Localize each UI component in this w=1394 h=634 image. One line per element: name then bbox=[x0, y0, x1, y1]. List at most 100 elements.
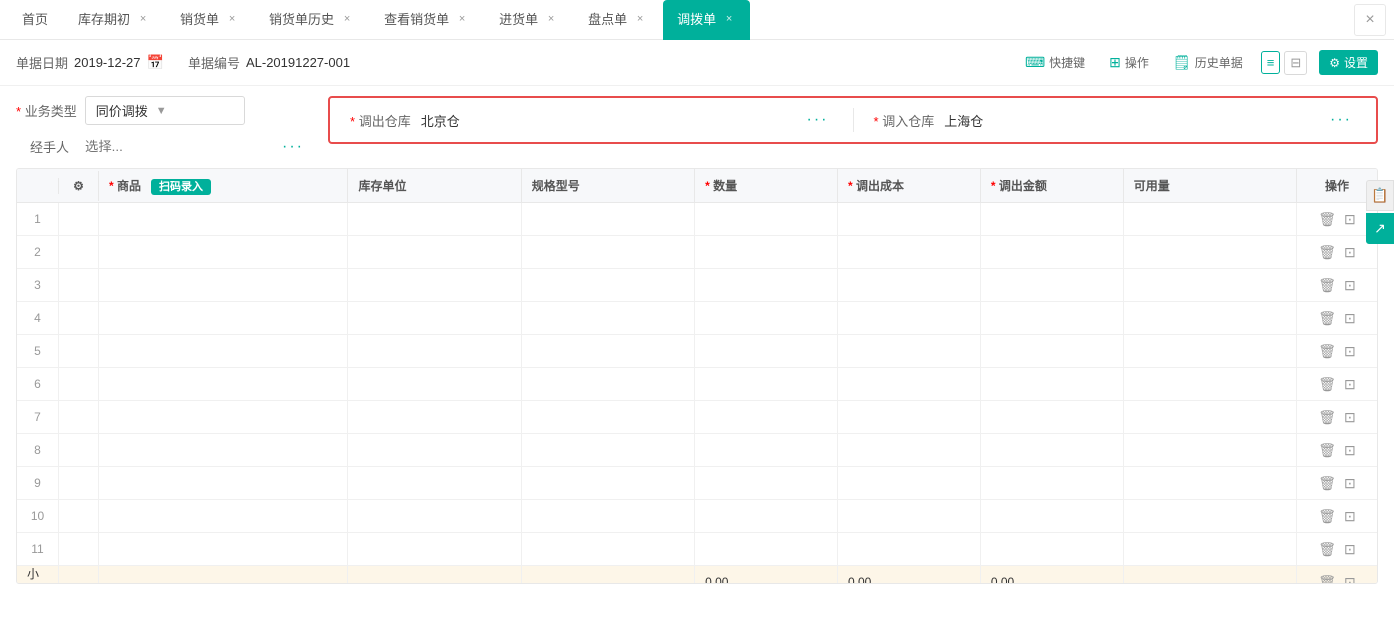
row-amount[interactable] bbox=[981, 434, 1124, 466]
row-goods[interactable] bbox=[99, 434, 348, 466]
row-goods[interactable] bbox=[99, 467, 348, 499]
delete-icon[interactable]: 🗑 bbox=[1318, 244, 1336, 261]
copy-icon[interactable]: ⊡ bbox=[1344, 211, 1356, 228]
row-qty[interactable] bbox=[695, 533, 838, 565]
panel-doc-button[interactable]: 📋 bbox=[1366, 180, 1394, 211]
row-goods[interactable] bbox=[99, 368, 348, 400]
tab-close-stocktake[interactable]: × bbox=[633, 12, 647, 26]
row-cost[interactable] bbox=[838, 500, 981, 532]
tab-close-purchase-order[interactable]: × bbox=[544, 12, 558, 26]
tab-home[interactable]: 首页 bbox=[8, 0, 62, 40]
person-input[interactable] bbox=[77, 135, 270, 158]
tab-stocktake[interactable]: 盘点单 × bbox=[574, 0, 661, 40]
row-cost[interactable] bbox=[838, 467, 981, 499]
row-qty[interactable] bbox=[695, 500, 838, 532]
tab-close-sales-history[interactable]: × bbox=[340, 12, 354, 26]
row-qty[interactable] bbox=[695, 467, 838, 499]
shortcuts-button[interactable]: ⌨ 快捷键 bbox=[1019, 51, 1091, 74]
delete-icon[interactable]: 🗑 bbox=[1318, 211, 1336, 228]
tab-sales-history[interactable]: 销货单历史 × bbox=[255, 0, 368, 40]
row-amount[interactable] bbox=[981, 203, 1124, 235]
delete-icon[interactable]: 🗑 bbox=[1318, 508, 1336, 525]
tab-close-view-sales[interactable]: × bbox=[455, 12, 469, 26]
row-goods[interactable] bbox=[99, 533, 348, 565]
delete-icon[interactable]: 🗑 bbox=[1318, 541, 1336, 558]
row-goods[interactable] bbox=[99, 236, 348, 268]
subtotal-delete-icon[interactable]: 🗑 bbox=[1318, 574, 1336, 584]
row-amount[interactable] bbox=[981, 368, 1124, 400]
row-cost[interactable] bbox=[838, 335, 981, 367]
row-goods[interactable] bbox=[99, 500, 348, 532]
tab-close-inventory-init[interactable]: × bbox=[136, 12, 150, 26]
warehouse-out-dots[interactable]: ··· bbox=[803, 111, 833, 129]
copy-icon[interactable]: ⊡ bbox=[1344, 244, 1356, 261]
scan-button[interactable]: 扫码录入 bbox=[151, 179, 211, 195]
delete-icon[interactable]: 🗑 bbox=[1318, 409, 1336, 426]
tab-purchase-order[interactable]: 进货单 × bbox=[485, 0, 572, 40]
copy-icon[interactable]: ⊡ bbox=[1344, 541, 1356, 558]
row-qty[interactable] bbox=[695, 368, 838, 400]
calendar-icon[interactable]: 📅 bbox=[147, 54, 164, 71]
row-goods[interactable] bbox=[99, 203, 348, 235]
row-amount[interactable] bbox=[981, 269, 1124, 301]
delete-icon[interactable]: 🗑 bbox=[1318, 376, 1336, 393]
tab-close-sales-order[interactable]: × bbox=[225, 12, 239, 26]
row-goods[interactable] bbox=[99, 302, 348, 334]
copy-icon[interactable]: ⊡ bbox=[1344, 409, 1356, 426]
delete-icon[interactable]: 🗑 bbox=[1318, 310, 1336, 327]
row-amount[interactable] bbox=[981, 500, 1124, 532]
tab-view-sales[interactable]: 查看销货单 × bbox=[370, 0, 483, 40]
delete-icon[interactable]: 🗑 bbox=[1318, 277, 1336, 294]
row-amount[interactable] bbox=[981, 533, 1124, 565]
settings-button[interactable]: ⚙ 设置 bbox=[1319, 50, 1378, 75]
person-dots-button[interactable]: ··· bbox=[278, 138, 308, 156]
row-amount[interactable] bbox=[981, 467, 1124, 499]
tab-inventory-init[interactable]: 库存期初 × bbox=[64, 0, 164, 40]
row-goods[interactable] bbox=[99, 269, 348, 301]
row-qty[interactable] bbox=[695, 203, 838, 235]
row-cost[interactable] bbox=[838, 302, 981, 334]
copy-icon[interactable]: ⊡ bbox=[1344, 343, 1356, 360]
operations-button[interactable]: ⊞ 操作 bbox=[1103, 51, 1155, 74]
tab-close-transfer[interactable]: × bbox=[722, 12, 736, 26]
row-cost[interactable] bbox=[838, 368, 981, 400]
row-amount[interactable] bbox=[981, 236, 1124, 268]
copy-icon[interactable]: ⊡ bbox=[1344, 310, 1356, 327]
copy-icon[interactable]: ⊡ bbox=[1344, 442, 1356, 459]
row-qty[interactable] bbox=[695, 401, 838, 433]
row-cost[interactable] bbox=[838, 203, 981, 235]
row-cost[interactable] bbox=[838, 401, 981, 433]
copy-icon[interactable]: ⊡ bbox=[1344, 277, 1356, 294]
row-qty[interactable] bbox=[695, 302, 838, 334]
row-qty[interactable] bbox=[695, 269, 838, 301]
layout-grid-icon[interactable]: ⊟ bbox=[1284, 51, 1307, 75]
copy-icon[interactable]: ⊡ bbox=[1344, 508, 1356, 525]
layout-list-icon[interactable]: ≡ bbox=[1261, 51, 1281, 74]
row-cost[interactable] bbox=[838, 236, 981, 268]
th-settings[interactable]: ⚙ bbox=[59, 171, 99, 201]
business-type-select[interactable]: 同价调拨 ▼ bbox=[85, 96, 245, 125]
delete-icon[interactable]: 🗑 bbox=[1318, 475, 1336, 492]
delete-icon[interactable]: 🗑 bbox=[1318, 343, 1336, 360]
row-cost[interactable] bbox=[838, 269, 981, 301]
copy-icon[interactable]: ⊡ bbox=[1344, 376, 1356, 393]
delete-icon[interactable]: 🗑 bbox=[1318, 442, 1336, 459]
row-amount[interactable] bbox=[981, 302, 1124, 334]
history-button[interactable]: 🗒 历史单据 bbox=[1167, 51, 1249, 74]
tab-sales-order[interactable]: 销货单 × bbox=[166, 0, 253, 40]
tab-transfer[interactable]: 调拨单 × bbox=[663, 0, 750, 40]
row-goods[interactable] bbox=[99, 335, 348, 367]
panel-expand-button[interactable]: ↗ bbox=[1366, 213, 1394, 244]
row-cost[interactable] bbox=[838, 533, 981, 565]
row-amount[interactable] bbox=[981, 401, 1124, 433]
row-qty[interactable] bbox=[695, 236, 838, 268]
row-qty[interactable] bbox=[695, 335, 838, 367]
window-close-button[interactable]: × bbox=[1354, 4, 1386, 36]
row-qty[interactable] bbox=[695, 434, 838, 466]
warehouse-in-dots[interactable]: ··· bbox=[1326, 111, 1356, 129]
row-goods[interactable] bbox=[99, 401, 348, 433]
copy-icon[interactable]: ⊡ bbox=[1344, 475, 1356, 492]
row-amount[interactable] bbox=[981, 335, 1124, 367]
subtotal-copy-icon[interactable]: ⊡ bbox=[1344, 574, 1356, 584]
row-cost[interactable] bbox=[838, 434, 981, 466]
